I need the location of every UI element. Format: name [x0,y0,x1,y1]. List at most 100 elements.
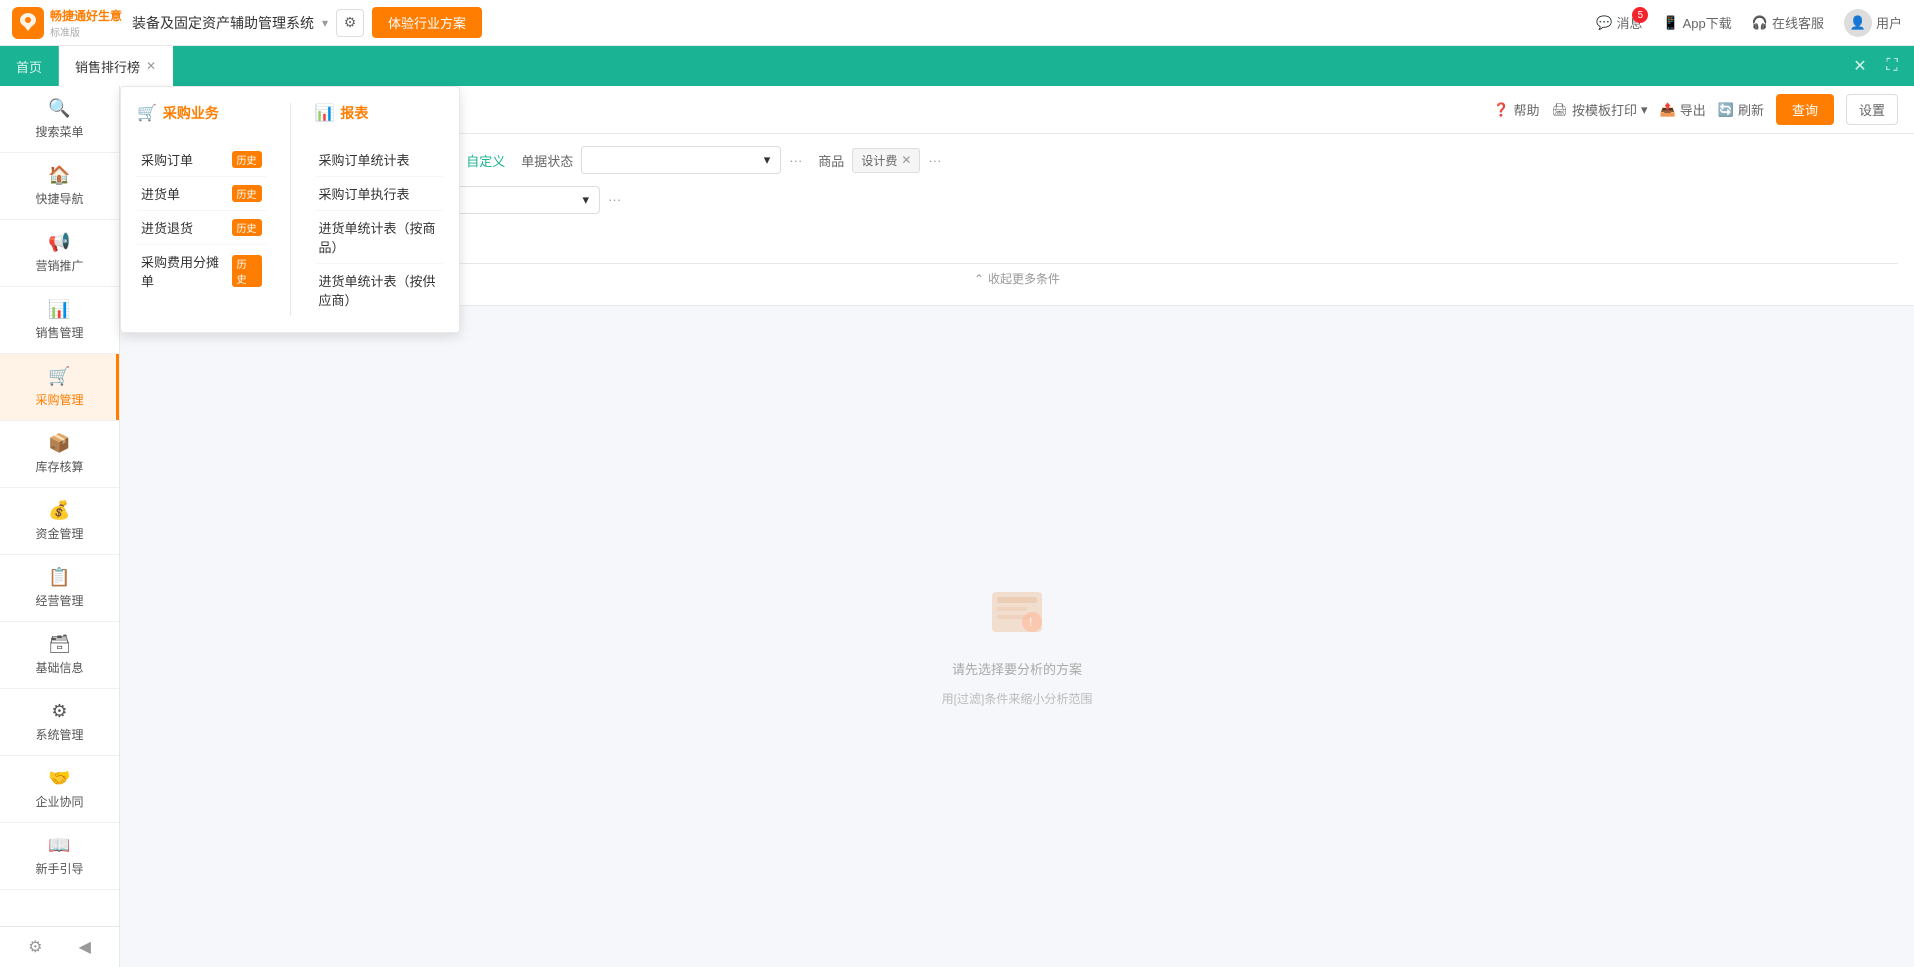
logo-icon [12,7,44,39]
sidebar-item-purchase[interactable]: 🛒 采购管理 [0,354,119,421]
settings-button[interactable]: 设置 [1846,94,1898,125]
salesman-select[interactable]: ▾ [440,186,600,214]
status-filter: 单据状态 ▾ ··· [521,146,802,174]
salesman-dots[interactable]: ··· [608,192,621,207]
tab-close-icon[interactable]: ✕ [146,59,156,73]
notification-badge: 5 [1632,7,1648,23]
tab-bar: 首页 销售排行榜 ✕ ✕ ⛶ [0,46,1914,86]
dropdown-item-inbound[interactable]: 进货单 历史 [137,177,266,211]
sidebar-collab-label: 企业协同 [35,793,83,810]
refresh-button[interactable]: 🔄 刷新 [1718,100,1764,119]
purchase-icon: 🛒 [48,366,70,387]
message-icon: 💬 [1596,15,1612,31]
sidebar-item-sales[interactable]: 📊 销售管理 [0,287,119,354]
user-label: 用户 [1876,13,1902,32]
sidebar-item-finance[interactable]: 💰 资金管理 [0,488,119,555]
dropdown-item-inbound-return[interactable]: 进货退货 历史 [137,211,266,245]
tab-home-label: 首页 [16,57,42,76]
business-col-icon: 🛒 [137,103,157,123]
print-dropdown-icon: ▾ [1641,102,1648,118]
finance-icon: 💰 [48,500,70,521]
empty-hint-1: 请先选择要分析的方案 [952,659,1082,678]
goods-filter: 商品 设计费 ✕ ··· [818,148,941,173]
dropdown-item-po-stats[interactable]: 采购订单统计表 [315,143,444,177]
purchase-business-header: 🛒 采购业务 [137,103,266,131]
notification-item[interactable]: 💬 消息 5 [1596,13,1642,32]
sidebar-item-ops[interactable]: 📋 经营管理 [0,555,119,622]
sidebar-bottom: ⚙ ◀ [0,926,119,967]
system-title-dropdown-arrow[interactable]: ▾ [322,16,328,30]
app-download-item[interactable]: 📱 App下载 [1662,13,1731,32]
dropdown-columns: 🛒 采购业务 采购订单 历史 进货单 历史 进货退货 历史 采购费用分摊单 [137,103,443,316]
empty-illustration: ! [977,567,1057,647]
sidebar-item-search[interactable]: 🔍 搜索菜单 [0,86,119,153]
inbound-return-label: 进货退货 [141,218,193,237]
menu-divider [290,103,291,316]
sidebar-collapse-button[interactable]: ◀ [79,937,91,957]
salesman-chevron-icon: ▾ [583,192,590,208]
dropdown-item-purchase-order[interactable]: 采购订单 历史 [137,143,266,177]
tab-sales-rank[interactable]: 销售排行榜 ✕ [59,46,173,86]
status-select[interactable]: ▾ [581,146,781,174]
date-quick-custom[interactable]: 自定义 [466,151,505,170]
dropdown-item-purchase-expense[interactable]: 采购费用分摊单 历史 [137,245,266,297]
purchase-order-history-badge: 历史 [232,151,262,168]
sidebar-item-inventory[interactable]: 📦 库存核算 [0,421,119,488]
inbound-history-badge: 历史 [232,185,262,202]
po-stats-label: 采购订单统计表 [319,150,410,169]
online-service-item[interactable]: 🎧 在线客服 [1752,13,1824,32]
empty-area: ! 请先选择要分析的方案 用[过滤]条件来缩小分析范围 [120,306,1914,967]
empty-hint-2: 用[过滤]条件来缩小分析范围 [942,690,1093,707]
app-download-icon: 📱 [1662,15,1678,31]
gear-button[interactable]: ⚙ [336,9,364,37]
user-item[interactable]: 👤 用户 [1844,9,1902,37]
refresh-icon: 🔄 [1718,102,1734,118]
svg-text:!: ! [1029,615,1032,629]
tab-home[interactable]: 首页 [0,46,59,86]
tab-close-button[interactable]: ✕ [1846,52,1874,80]
header-right: 💬 消息 5 📱 App下载 🎧 在线客服 👤 用户 [1596,9,1902,37]
collab-icon: 🤝 [48,768,70,789]
status-dots[interactable]: ··· [789,153,802,168]
guide-icon: 📖 [48,835,70,856]
sidebar-finance-label: 资金管理 [35,525,83,542]
marketing-icon: 📢 [48,232,70,253]
sidebar-guide-label: 新手引导 [35,860,83,877]
dropdown-item-inbound-stats-supplier[interactable]: 进货单统计表（按供应商） [315,264,444,316]
print-label: 按模板打印 [1572,100,1637,119]
sidebar-item-collab[interactable]: 🤝 企业协同 [0,756,119,823]
refresh-label: 刷新 [1738,100,1764,119]
goods-dots[interactable]: ··· [928,153,941,168]
query-button[interactable]: 查询 [1776,94,1834,125]
goods-tag-remove[interactable]: ✕ [901,153,911,167]
online-service-label: 在线客服 [1772,13,1824,32]
app-download-label: App下载 [1683,13,1732,32]
sidebar-quick-nav-label: 快捷导航 [35,190,83,207]
help-button[interactable]: ❓ 帮助 [1493,100,1539,119]
tab-expand-button[interactable]: ⛶ [1878,52,1906,80]
export-button[interactable]: 📤 导出 [1660,100,1706,119]
purchase-business-title: 采购业务 [163,103,219,123]
sidebar-system-label: 系统管理 [35,726,83,743]
sidebar: 🔍 搜索菜单 🏠 快捷导航 📢 营销推广 📊 销售管理 🛒 采购管理 📦 库存核… [0,86,120,967]
dropdown-item-inbound-stats-goods[interactable]: 进货单统计表（按商品） [315,211,444,264]
sidebar-item-basic[interactable]: 🗃 基础信息 [0,622,119,689]
sidebar-basic-label: 基础信息 [35,659,83,676]
sidebar-settings-button[interactable]: ⚙ [28,937,42,957]
sidebar-item-quick-nav[interactable]: 🏠 快捷导航 [0,153,119,220]
collapse-label: 收起更多条件 [988,270,1060,287]
purchase-report-header: 📊 报表 [315,103,444,131]
status-chevron-icon: ▾ [764,152,771,168]
sidebar-item-guide[interactable]: 📖 新手引导 [0,823,119,890]
sidebar-inventory-label: 库存核算 [35,458,83,475]
goods-tag[interactable]: 设计费 ✕ [852,148,920,173]
sidebar-item-system[interactable]: ⚙ 系统管理 [0,689,119,756]
sidebar-item-marketing[interactable]: 📢 营销推广 [0,220,119,287]
dropdown-item-po-exec[interactable]: 采购订单执行表 [315,177,444,211]
logo-text: 畅捷通好生意 标准版 [50,7,122,39]
goods-tag-value: 设计费 [861,152,897,169]
inbound-label: 进货单 [141,184,180,203]
industry-solution-button[interactable]: 体验行业方案 [372,7,482,38]
print-button[interactable]: 🖨 按模板打印 ▾ [1552,100,1648,119]
sidebar-marketing-label: 营销推广 [35,257,83,274]
